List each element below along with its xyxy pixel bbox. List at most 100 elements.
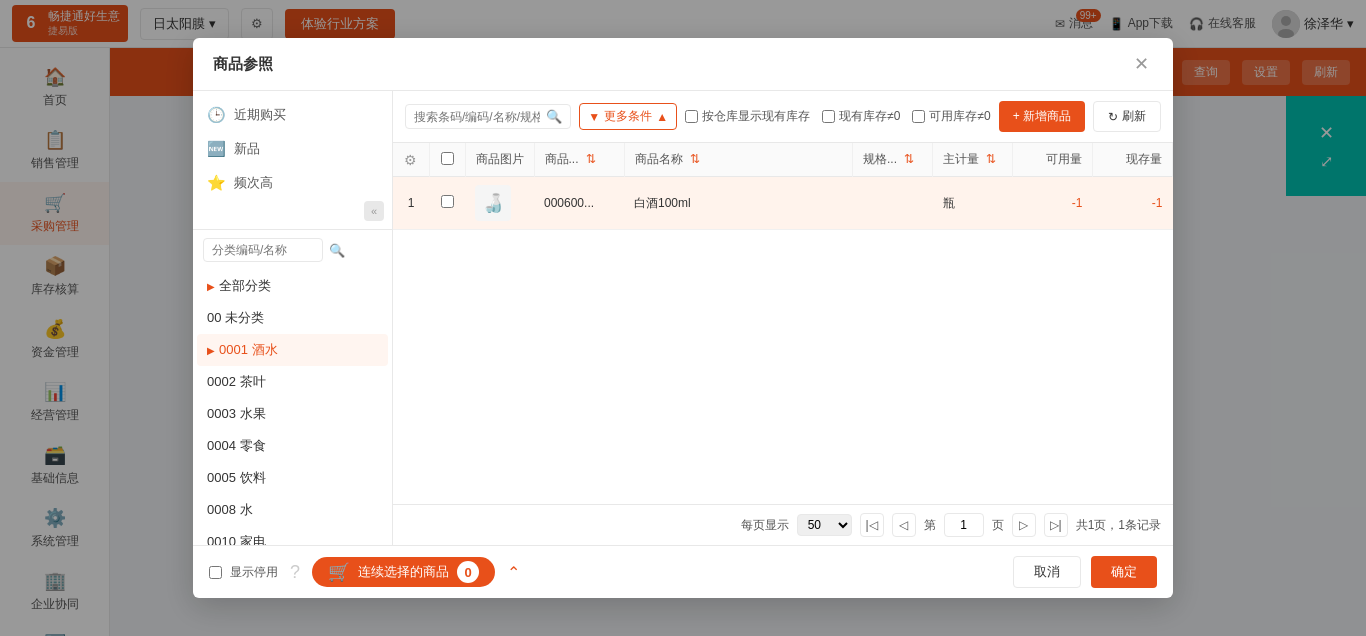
row-img: 🍶 [465, 177, 534, 230]
cart-label: 连续选择的商品 [358, 563, 449, 581]
confirm-btn[interactable]: 确定 [1091, 556, 1157, 588]
category-0004[interactable]: 0004 零食 [197, 430, 388, 462]
product-table-wrap: ⚙ 商品图片 商品... ⇅ [393, 143, 1173, 504]
total-info: 共1页，1条记录 [1076, 517, 1161, 534]
cancel-btn[interactable]: 取消 [1013, 556, 1081, 588]
first-page-btn[interactable]: |◁ [860, 513, 884, 537]
star-icon: ⭐ [207, 174, 226, 192]
category-00[interactable]: 00 未分类 [197, 302, 388, 334]
search-icon[interactable]: 🔍 [546, 109, 562, 124]
new-icon: 🆕 [207, 140, 226, 158]
triangle-icon: ▶ [207, 281, 215, 292]
checkbox-stock-ne0[interactable]: 现有库存≠0 [822, 108, 900, 125]
pagination-bar: 每页显示 50 10 20 100 |◁ ◁ 第 页 ▷ ▷| 共1页，1条记录 [393, 504, 1173, 545]
nav-new[interactable]: 🆕 新品 [197, 133, 388, 165]
collapse-footer-icon[interactable]: ⌃ [507, 563, 520, 582]
checkbox-warehouse[interactable]: 按仓库显示现有库存 [685, 108, 810, 125]
th-name[interactable]: 商品名称 ⇅ [624, 143, 853, 177]
search-bar: 🔍 ▼ 更多条件 ▲ 按仓库显示现有库存 现 [393, 91, 1173, 143]
nav-recent[interactable]: 🕒 近期购买 [197, 99, 388, 131]
page-input[interactable] [944, 513, 984, 537]
sort-unit-icon: ⇅ [986, 152, 996, 166]
category-0008[interactable]: 0008 水 [197, 494, 388, 526]
category-all[interactable]: ▶ 全部分类 [197, 270, 388, 302]
prev-page-btn[interactable]: ◁ [892, 513, 916, 537]
th-checkbox [429, 143, 465, 177]
category-0010-label: 0010 家电 [207, 533, 266, 545]
right-panel: 🔍 ▼ 更多条件 ▲ 按仓库显示现有库存 现 [393, 91, 1173, 545]
next-page-btn[interactable]: ▷ [1012, 513, 1036, 537]
footer-buttons: 取消 确定 [1013, 556, 1157, 588]
product-dialog: 商品参照 ✕ 🕒 近期购买 🆕 新品 ⭐ 频次高 [193, 38, 1173, 598]
nav-frequent-label: 频次高 [234, 174, 273, 192]
left-panel-nav: 🕒 近期购买 🆕 新品 ⭐ 频次高 « [193, 99, 392, 230]
sort-spec-icon: ⇅ [904, 152, 914, 166]
th-unit[interactable]: 主计量 ⇅ [933, 143, 1013, 177]
category-0010[interactable]: 0010 家电 [197, 526, 388, 545]
checkbox-avail-ne0-input[interactable] [912, 110, 925, 123]
product-table: ⚙ 商品图片 商品... ⇅ [393, 143, 1173, 230]
category-0003-label: 0003 水果 [207, 405, 266, 423]
category-0001[interactable]: ▶ 0001 酒水 [197, 334, 388, 366]
filter-icon: ▼ [588, 110, 600, 124]
help-icon[interactable]: ? [290, 562, 300, 583]
triangle-active-icon: ▶ [207, 345, 215, 356]
th-img: 商品图片 [465, 143, 534, 177]
row-code: 000600... [534, 177, 624, 230]
show-disabled-checkbox[interactable] [209, 566, 222, 579]
category-0002-label: 0002 茶叶 [207, 373, 266, 391]
category-0003[interactable]: 0003 水果 [197, 398, 388, 430]
checkbox-stock-ne0-input[interactable] [822, 110, 835, 123]
th-spec[interactable]: 规格... ⇅ [853, 143, 933, 177]
left-panel: 🕒 近期购买 🆕 新品 ⭐ 频次高 « [193, 91, 393, 545]
dialog-title: 商品参照 [213, 55, 273, 74]
category-list: ▶ 全部分类 00 未分类 ▶ 0001 酒水 0002 茶叶 0003 水果 [193, 270, 392, 545]
category-search-icon[interactable]: 🔍 [329, 243, 345, 258]
dialog-header: 商品参照 ✕ [193, 38, 1173, 91]
chevron-up-icon: ▲ [656, 110, 668, 124]
cart-icon: 🛒 [328, 561, 350, 583]
table-row[interactable]: 1 🍶 000600... 白酒100ml 瓶 [393, 177, 1173, 230]
category-0001-label: 0001 酒水 [219, 341, 278, 359]
row-checkbox[interactable] [429, 177, 465, 230]
nav-recent-label: 近期购买 [234, 106, 286, 124]
dialog-close-btn[interactable]: ✕ [1129, 52, 1153, 76]
show-disabled-label[interactable]: 显示停用 [209, 564, 278, 581]
nav-frequent[interactable]: ⭐ 频次高 [197, 167, 388, 199]
dialog-footer: 显示停用 ? 🛒 连续选择的商品 0 ⌃ 取消 确定 [193, 545, 1173, 598]
collapse-left-btn[interactable]: « [364, 201, 384, 221]
refresh-icon: ↻ [1108, 110, 1118, 124]
category-0002[interactable]: 0002 茶叶 [197, 366, 388, 398]
checkbox-avail-ne0[interactable]: 可用库存≠0 [912, 108, 990, 125]
sort-code-icon: ⇅ [586, 152, 596, 166]
th-avail: 可用量 [1013, 143, 1093, 177]
dialog-body: 🕒 近期购买 🆕 新品 ⭐ 频次高 « [193, 91, 1173, 545]
clock-icon: 🕒 [207, 106, 226, 124]
row-name: 白酒100ml [624, 177, 853, 230]
product-search-input[interactable] [414, 110, 540, 124]
checkbox-group: 按仓库显示现有库存 现有库存≠0 可用库存≠0 [685, 108, 991, 125]
category-search: 🔍 [193, 238, 392, 270]
dialog-overlay: 商品参照 ✕ 🕒 近期购买 🆕 新品 ⭐ 频次高 [0, 0, 1366, 636]
page-size-label: 每页显示 [741, 517, 789, 534]
select-all-checkbox[interactable] [441, 152, 454, 165]
page-size-select[interactable]: 50 10 20 100 [797, 514, 852, 536]
cart-count: 0 [457, 561, 479, 583]
row-stock: -1 [1093, 177, 1173, 230]
refresh-btn[interactable]: ↻ 刷新 [1093, 101, 1161, 132]
category-0005-label: 0005 饮料 [207, 469, 266, 487]
sort-name-icon: ⇅ [690, 152, 700, 166]
th-code[interactable]: 商品... ⇅ [534, 143, 624, 177]
row-spec [853, 177, 933, 230]
category-0005[interactable]: 0005 饮料 [197, 462, 388, 494]
checkbox-warehouse-input[interactable] [685, 110, 698, 123]
add-product-btn[interactable]: + 新增商品 [999, 101, 1085, 132]
cart-area[interactable]: 🛒 连续选择的商品 0 [312, 557, 495, 587]
product-image: 🍶 [475, 185, 511, 221]
th-stock: 现存量 [1093, 143, 1173, 177]
last-page-btn[interactable]: ▷| [1044, 513, 1068, 537]
category-00-label: 00 未分类 [207, 309, 264, 327]
page-label: 第 [924, 517, 936, 534]
category-search-input[interactable] [203, 238, 323, 262]
filter-more-btn[interactable]: ▼ 更多条件 ▲ [579, 103, 677, 130]
